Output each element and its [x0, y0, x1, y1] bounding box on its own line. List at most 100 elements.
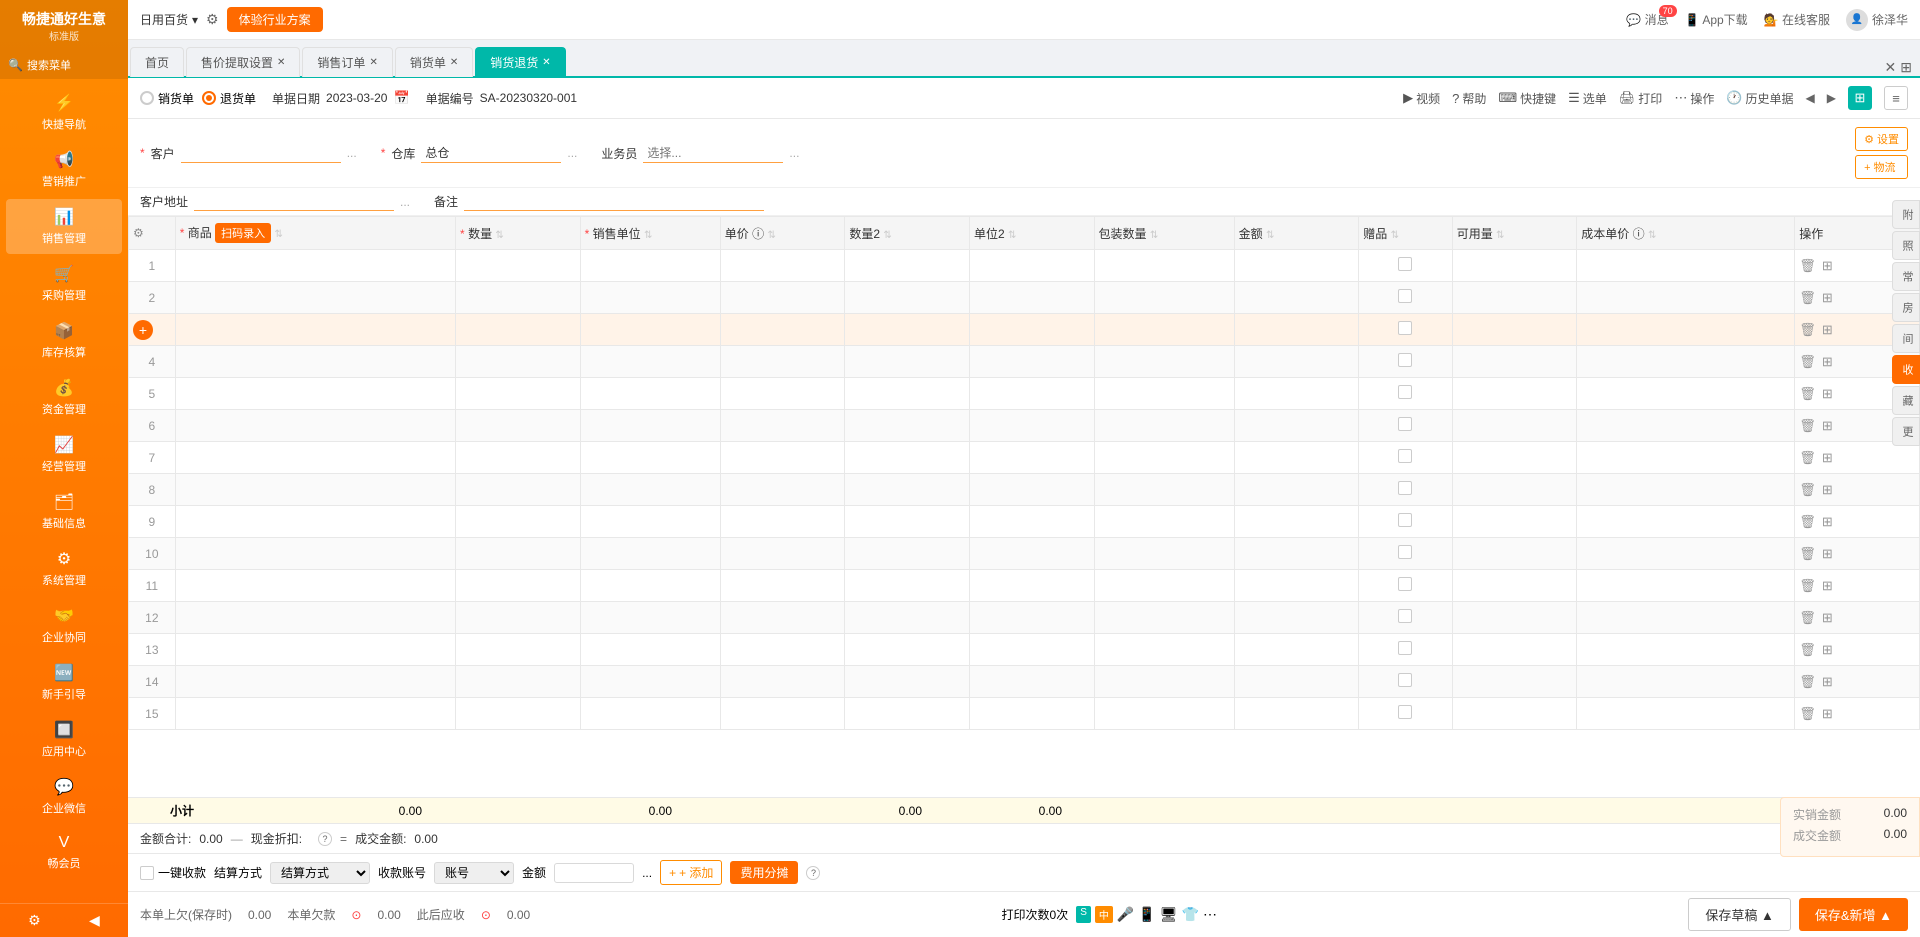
user-menu[interactable]: 👤 徐泽华: [1846, 9, 1908, 31]
pack-cell-15[interactable]: [1094, 698, 1234, 730]
qty-cell-10[interactable]: [456, 538, 581, 570]
price-cell-2[interactable]: [720, 282, 845, 314]
sidebar-item-finance[interactable]: 💰 资金管理: [6, 370, 122, 425]
gift-cell-11[interactable]: [1359, 570, 1452, 602]
unit2-cell-2[interactable]: [969, 282, 1094, 314]
date-value[interactable]: 2023-03-20: [326, 91, 387, 105]
qty2-cell-14[interactable]: [845, 666, 970, 698]
unit-cell-3[interactable]: [580, 314, 720, 346]
cost-cell-8[interactable]: [1577, 474, 1795, 506]
calendar-icon[interactable]: 📅: [393, 90, 409, 106]
copy-row-btn-4[interactable]: ⊞: [1822, 354, 1833, 370]
qty-cell-4[interactable]: [456, 346, 581, 378]
qty-cell-5[interactable]: [456, 378, 581, 410]
copy-row-btn-7[interactable]: ⊞: [1822, 450, 1833, 466]
nav-next-icon[interactable]: ▶: [1827, 91, 1836, 105]
cost-cell-6[interactable]: [1577, 410, 1795, 442]
pack-cell-13[interactable]: [1094, 634, 1234, 666]
gift-checkbox-14[interactable]: [1398, 673, 1412, 687]
goods-cell-5[interactable]: [175, 378, 455, 410]
qty2-cell-13[interactable]: [845, 634, 970, 666]
pack-cell-9[interactable]: [1094, 506, 1234, 538]
gift-checkbox-8[interactable]: [1398, 481, 1412, 495]
unit-cell-11[interactable]: [580, 570, 720, 602]
available-cell-10[interactable]: [1452, 538, 1577, 570]
gift-cell-7[interactable]: [1359, 442, 1452, 474]
unit2-cell-6[interactable]: [969, 410, 1094, 442]
qty-cell-9[interactable]: [456, 506, 581, 538]
available-cell-15[interactable]: [1452, 698, 1577, 730]
sidebar-item-purchase[interactable]: 🛒 采购管理: [6, 256, 122, 311]
nav-prev-icon[interactable]: ◀: [1806, 91, 1815, 105]
gift-checkbox-3[interactable]: [1398, 321, 1412, 335]
goods-cell-9[interactable]: [175, 506, 455, 538]
print-btn[interactable]: 🖨 打印: [1619, 90, 1663, 107]
copy-row-btn-6[interactable]: ⊞: [1822, 418, 1833, 434]
goods-cell-13[interactable]: [175, 634, 455, 666]
view-grid-btn[interactable]: ⊞: [1848, 86, 1872, 110]
tab-price-settings[interactable]: 售价提取设置 ✕: [186, 47, 300, 77]
tab-sales-return-close[interactable]: ✕: [542, 57, 550, 68]
goods-cell-7[interactable]: [175, 442, 455, 474]
sidebar-item-operations[interactable]: 📈 经营管理: [6, 427, 122, 482]
unit2-cell-3[interactable]: [969, 314, 1094, 346]
right-vtab-2[interactable]: 照: [1892, 231, 1920, 260]
delete-row-btn-14[interactable]: 🗑: [1799, 674, 1816, 690]
unit2-cell-4[interactable]: [969, 346, 1094, 378]
cost-cell-7[interactable]: [1577, 442, 1795, 474]
qty2-cell-9[interactable]: [845, 506, 970, 538]
delete-row-btn-12[interactable]: 🗑: [1799, 610, 1816, 626]
copy-row-btn-11[interactable]: ⊞: [1822, 578, 1833, 594]
available-cell-3[interactable]: [1452, 314, 1577, 346]
goods-sort-icon[interactable]: ⇅: [274, 229, 282, 240]
qty-cell-14[interactable]: [456, 666, 581, 698]
sidebar-item-shortcut[interactable]: ⚡ 快捷导航: [6, 85, 122, 140]
pack-cell-7[interactable]: [1094, 442, 1234, 474]
sidebar-item-enterprise[interactable]: 🤝 企业协同: [6, 598, 122, 653]
unit-cell-2[interactable]: [580, 282, 720, 314]
unit-cell-5[interactable]: [580, 378, 720, 410]
address-more-btn[interactable]: ...: [400, 195, 410, 209]
expense-split-btn[interactable]: 费用分摊: [730, 861, 798, 884]
gift-checkbox-6[interactable]: [1398, 417, 1412, 431]
qty2-cell-10[interactable]: [845, 538, 970, 570]
unit-cell-9[interactable]: [580, 506, 720, 538]
qty-cell-11[interactable]: [456, 570, 581, 602]
gift-cell-10[interactable]: [1359, 538, 1452, 570]
sidebar-search[interactable]: 🔍 搜索菜单: [0, 51, 128, 79]
gift-cell-1[interactable]: [1359, 250, 1452, 282]
tab-home[interactable]: 首页: [130, 47, 184, 77]
copy-row-btn-15[interactable]: ⊞: [1822, 706, 1833, 722]
price-cell-1[interactable]: [720, 250, 845, 282]
gift-checkbox-12[interactable]: [1398, 609, 1412, 623]
unit2-cell-8[interactable]: [969, 474, 1094, 506]
pack-cell-10[interactable]: [1094, 538, 1234, 570]
settings-icon[interactable]: ⚙: [133, 226, 144, 240]
pack-cell-11[interactable]: [1094, 570, 1234, 602]
right-vtab-6[interactable]: 收: [1892, 355, 1920, 384]
qty2-cell-8[interactable]: [845, 474, 970, 506]
price-cell-5[interactable]: [720, 378, 845, 410]
gift-cell-12[interactable]: [1359, 602, 1452, 634]
remark-input[interactable]: [464, 192, 764, 211]
delete-row-btn-6[interactable]: 🗑: [1799, 418, 1816, 434]
help-btn[interactable]: ? 帮助: [1452, 90, 1486, 107]
copy-row-btn-10[interactable]: ⊞: [1822, 546, 1833, 562]
unit2-cell-5[interactable]: [969, 378, 1094, 410]
amount-cell-15[interactable]: [1234, 698, 1359, 730]
cost-sort-icon[interactable]: ⇅: [1648, 230, 1656, 241]
amount-cell-8[interactable]: [1234, 474, 1359, 506]
save-draft-btn[interactable]: 保存草稿 ▲: [1688, 898, 1791, 931]
available-cell-8[interactable]: [1452, 474, 1577, 506]
unit2-cell-10[interactable]: [969, 538, 1094, 570]
cost-cell-4[interactable]: [1577, 346, 1795, 378]
gift-checkbox-10[interactable]: [1398, 545, 1412, 559]
available-cell-6[interactable]: [1452, 410, 1577, 442]
goods-cell-2[interactable]: [175, 282, 455, 314]
sidebar-item-weixin[interactable]: 💬 企业微信: [6, 769, 122, 824]
settings-btn[interactable]: ⚙ 设置: [1855, 127, 1908, 151]
amount-cell-6[interactable]: [1234, 410, 1359, 442]
right-vtab-7[interactable]: 藏: [1892, 386, 1920, 415]
amount-input[interactable]: [554, 863, 634, 883]
available-cell-11[interactable]: [1452, 570, 1577, 602]
